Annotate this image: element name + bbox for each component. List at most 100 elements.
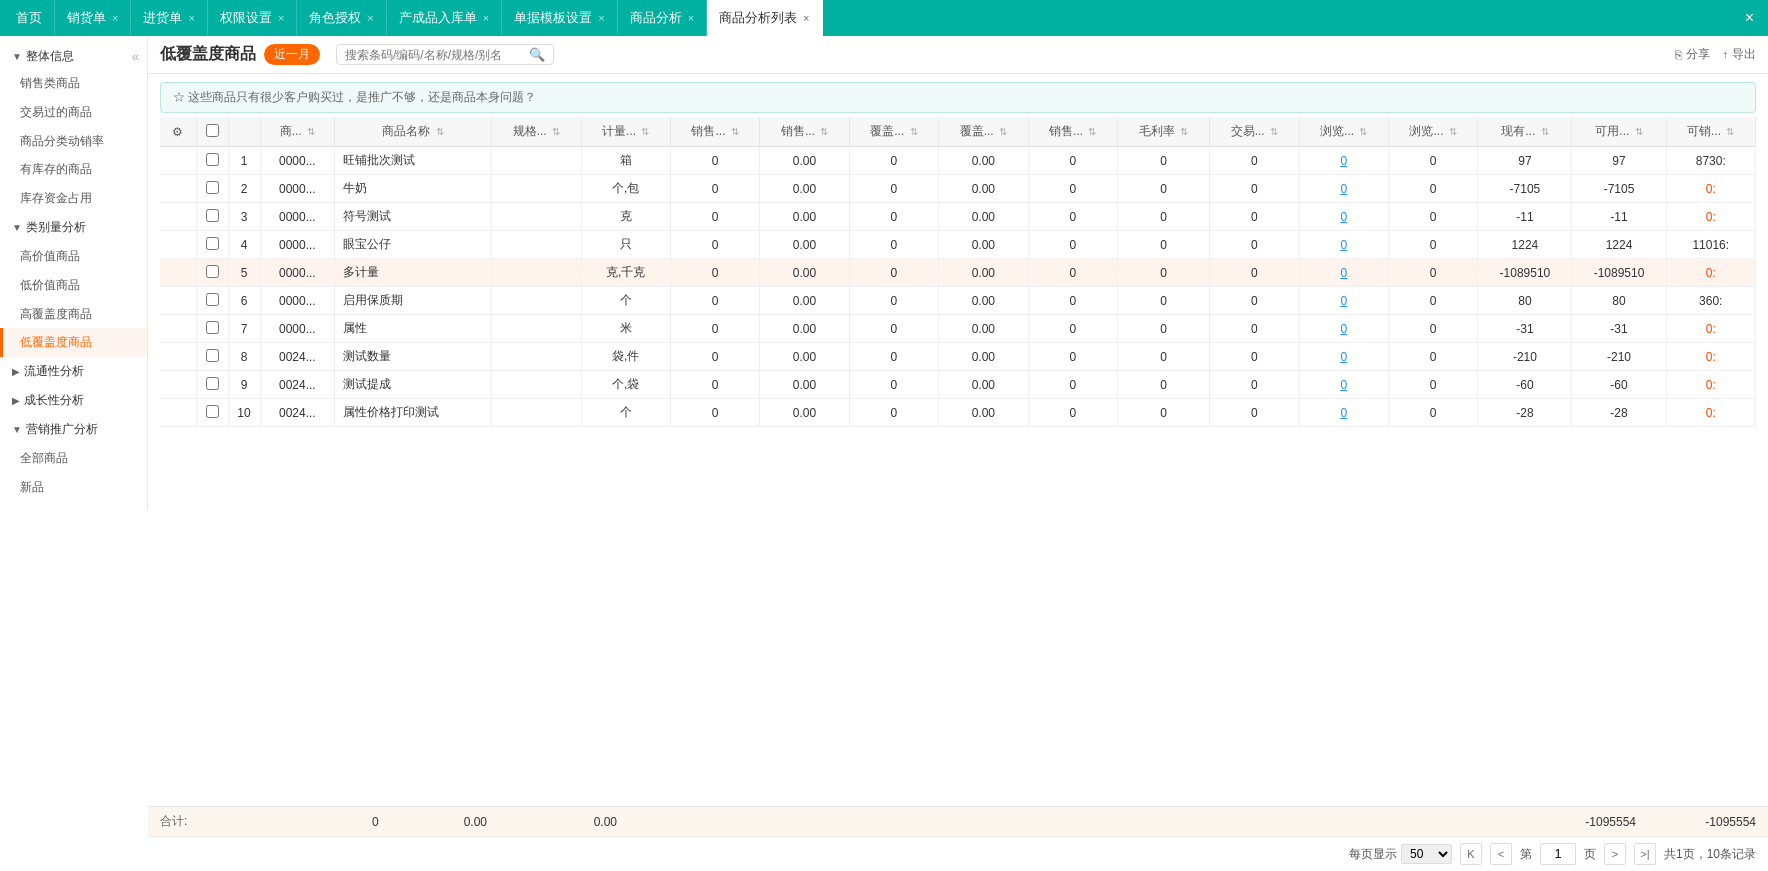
th-spec[interactable]: 规格... ⇅ xyxy=(492,117,581,147)
sidebar-item-with-stock[interactable]: 有库存的商品 xyxy=(0,155,147,184)
row-checkbox-cell[interactable] xyxy=(196,259,228,287)
nav-tab-templates[interactable]: 单据模板设置 × xyxy=(502,0,617,36)
row-gross-margin: 0 xyxy=(1117,147,1209,175)
row-checkbox[interactable] xyxy=(206,181,219,194)
close-permissions-tab-icon[interactable]: × xyxy=(278,12,284,24)
th-saleable[interactable]: 可销... ⇅ xyxy=(1666,117,1755,147)
row-browse-a[interactable]: 0 xyxy=(1299,287,1388,315)
th-coverage-a[interactable]: 覆盖... ⇅ xyxy=(849,117,938,147)
nav-tab-permissions[interactable]: 权限设置 × xyxy=(208,0,297,36)
row-browse-a[interactable]: 0 xyxy=(1299,231,1388,259)
th-available[interactable]: 可用... ⇅ xyxy=(1572,117,1666,147)
row-checkbox[interactable] xyxy=(206,293,219,306)
sidebar-item-sales-products[interactable]: 销售类商品 xyxy=(0,69,147,98)
period-button[interactable]: 近一月 xyxy=(264,44,320,65)
row-browse-a[interactable]: 0 xyxy=(1299,175,1388,203)
close-products-tab-icon[interactable]: × xyxy=(483,12,489,24)
nav-tab-sales[interactable]: 销货单 × xyxy=(55,0,131,36)
prev-page-button[interactable]: < xyxy=(1490,843,1512,865)
row-browse-a[interactable]: 0 xyxy=(1299,399,1388,427)
th-sales-c[interactable]: 销售... ⇅ xyxy=(1028,117,1117,147)
th-gross-margin[interactable]: 毛利率 ⇅ xyxy=(1117,117,1209,147)
row-checkbox[interactable] xyxy=(206,349,219,362)
row-checkbox-cell[interactable] xyxy=(196,399,228,427)
sidebar-item-stock-capital[interactable]: 库存资金占用 xyxy=(0,184,147,213)
row-checkbox-cell[interactable] xyxy=(196,343,228,371)
th-sales-amt[interactable]: 销售... ⇅ xyxy=(760,117,849,147)
nav-tab-purchase[interactable]: 进货单 × xyxy=(131,0,207,36)
page-size-select[interactable]: 50 100 200 xyxy=(1401,844,1452,864)
first-page-button[interactable]: K xyxy=(1460,843,1482,865)
th-code[interactable]: 商... ⇅ xyxy=(260,117,335,147)
th-settings[interactable]: ⚙ xyxy=(160,117,196,147)
row-browse-a[interactable]: 0 xyxy=(1299,371,1388,399)
row-gross-margin: 0 xyxy=(1117,399,1209,427)
row-saleable: 0: xyxy=(1666,259,1755,287)
sidebar-item-traded-products[interactable]: 交易过的商品 xyxy=(0,98,147,127)
close-templates-tab-icon[interactable]: × xyxy=(598,12,604,24)
close-roles-tab-icon[interactable]: × xyxy=(367,12,373,24)
close-sales-tab-icon[interactable]: × xyxy=(112,12,118,24)
row-checkbox[interactable] xyxy=(206,153,219,166)
close-analysis-tab-icon[interactable]: × xyxy=(688,12,694,24)
nav-tab-home[interactable]: 首页 xyxy=(4,0,55,36)
th-browse-b[interactable]: 浏览... ⇅ xyxy=(1388,117,1477,147)
nav-tab-roles[interactable]: 角色授权 × xyxy=(297,0,386,36)
row-checkbox[interactable] xyxy=(206,209,219,222)
close-analysis-list-tab-icon[interactable]: × xyxy=(803,12,809,24)
sidebar-item-new-products[interactable]: 新品 xyxy=(0,473,147,502)
sidebar-section-marketing[interactable]: ▼ 营销推广分析 xyxy=(0,415,147,444)
close-purchase-tab-icon[interactable]: × xyxy=(188,12,194,24)
row-checkbox-cell[interactable] xyxy=(196,287,228,315)
row-checkbox[interactable] xyxy=(206,237,219,250)
row-browse-a[interactable]: 0 xyxy=(1299,259,1388,287)
select-all-checkbox[interactable] xyxy=(206,124,219,137)
sidebar-collapse-icon[interactable]: « xyxy=(132,49,139,64)
nav-tab-analysis[interactable]: 商品分析 × xyxy=(618,0,707,36)
sidebar-item-low-value[interactable]: 低价值商品 xyxy=(0,271,147,300)
sidebar-item-high-value[interactable]: 高价值商品 xyxy=(0,242,147,271)
row-checkbox-cell[interactable] xyxy=(196,175,228,203)
nav-tab-analysis-list[interactable]: 商品分析列表 × xyxy=(707,0,822,36)
export-button[interactable]: ↑ 导出 xyxy=(1722,46,1756,63)
row-name: 测试提成 xyxy=(335,371,492,399)
row-checkbox-cell[interactable] xyxy=(196,203,228,231)
row-checkbox[interactable] xyxy=(206,377,219,390)
row-browse-a[interactable]: 0 xyxy=(1299,343,1388,371)
sidebar-item-high-coverage[interactable]: 高覆盖度商品 xyxy=(0,300,147,329)
th-browse-a[interactable]: 浏览... ⇅ xyxy=(1299,117,1388,147)
sidebar-section-overall[interactable]: ▼ 整体信息 xyxy=(12,48,74,65)
row-checkbox-cell[interactable] xyxy=(196,147,228,175)
sidebar-section-growth[interactable]: ▶ 成长性分析 xyxy=(0,386,147,415)
row-browse-a[interactable]: 0 xyxy=(1299,147,1388,175)
search-input[interactable] xyxy=(345,48,525,62)
table-wrapper[interactable]: ⚙ 商... ⇅ 商品名称 ⇅ 规格... ⇅ 计量... ⇅ 销售... ⇅ … xyxy=(148,117,1768,806)
th-name[interactable]: 商品名称 ⇅ xyxy=(335,117,492,147)
last-page-button[interactable]: >| xyxy=(1634,843,1656,865)
th-transaction[interactable]: 交易... ⇅ xyxy=(1210,117,1299,147)
row-checkbox[interactable] xyxy=(206,265,219,278)
row-saleable: 0: xyxy=(1666,315,1755,343)
th-unit[interactable]: 计量... ⇅ xyxy=(581,117,670,147)
sidebar-item-category-turnover[interactable]: 商品分类动销率 xyxy=(0,127,147,156)
share-button[interactable]: ⎘ 分享 xyxy=(1675,46,1710,63)
row-checkbox-cell[interactable] xyxy=(196,231,228,259)
sidebar-item-low-coverage[interactable]: 低覆盖度商品 xyxy=(0,328,147,357)
th-sales-qty[interactable]: 销售... ⇅ xyxy=(670,117,759,147)
sidebar-section-flow[interactable]: ▶ 流通性分析 xyxy=(0,357,147,386)
row-browse-a[interactable]: 0 xyxy=(1299,203,1388,231)
row-checkbox-cell[interactable] xyxy=(196,371,228,399)
close-all-tabs-button[interactable]: × xyxy=(1735,9,1764,27)
row-browse-a[interactable]: 0 xyxy=(1299,315,1388,343)
row-current-stock: -210 xyxy=(1478,343,1572,371)
row-checkbox[interactable] xyxy=(206,405,219,418)
th-current-stock[interactable]: 现有... ⇅ xyxy=(1478,117,1572,147)
th-coverage-b[interactable]: 覆盖... ⇅ xyxy=(939,117,1028,147)
sidebar-item-all-products[interactable]: 全部商品 xyxy=(0,444,147,473)
nav-tab-products[interactable]: 产成品入库单 × xyxy=(387,0,502,36)
page-number-input[interactable] xyxy=(1540,843,1576,865)
row-checkbox-cell[interactable] xyxy=(196,315,228,343)
next-page-button[interactable]: > xyxy=(1604,843,1626,865)
sidebar-section-category-analysis[interactable]: ▼ 类别量分析 xyxy=(0,213,147,242)
row-checkbox[interactable] xyxy=(206,321,219,334)
